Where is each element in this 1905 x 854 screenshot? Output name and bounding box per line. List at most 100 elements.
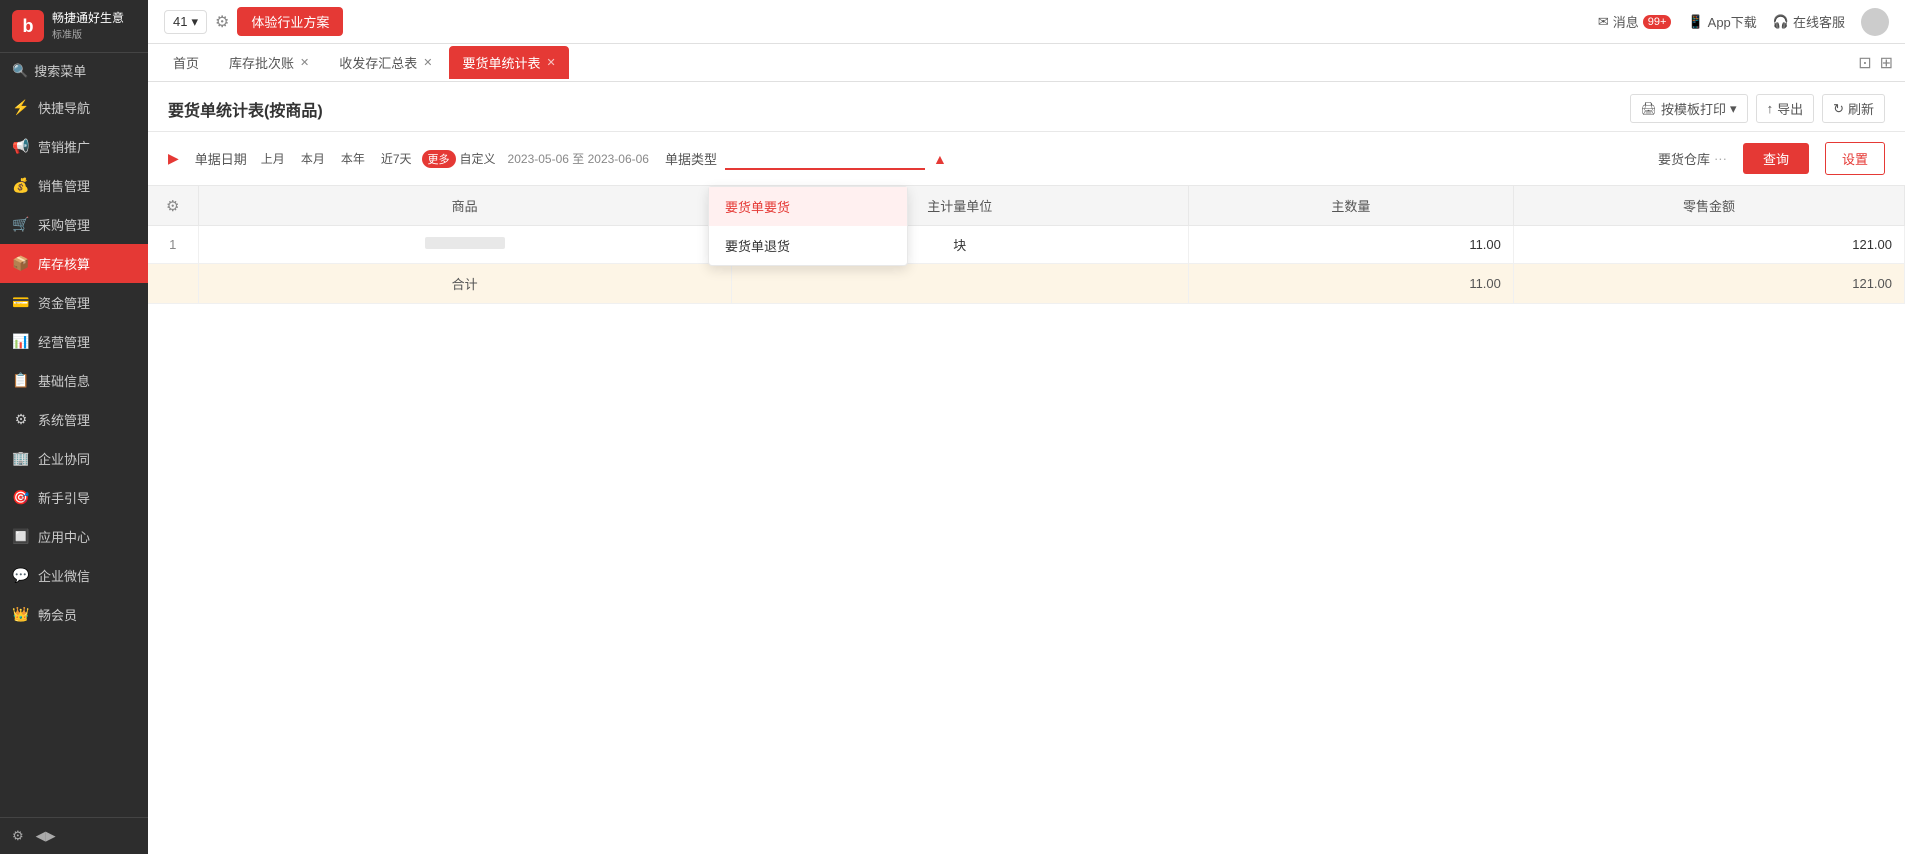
sidebar-logo: b 畅捷通好生意 标准版 <box>0 0 148 53</box>
col-settings[interactable]: ⚙ <box>148 186 198 226</box>
sidebar-item-finance[interactable]: 💳 资金管理 <box>0 283 148 322</box>
sidebar-item-member[interactable]: 👑 畅会员 <box>0 595 148 634</box>
sidebar-item-wechat[interactable]: 💬 企业微信 <box>0 556 148 595</box>
tab-inventory-batch[interactable]: 库存批次账 ✕ <box>216 46 322 79</box>
row-amount: 121.00 <box>1513 226 1904 264</box>
printer-icon: 🖨 <box>1641 101 1658 117</box>
date-btn-this-year[interactable]: 本年 <box>335 148 371 169</box>
type-filter-input[interactable] <box>725 147 925 170</box>
sidebar-item-guide[interactable]: 🎯 新手引导 <box>0 478 148 517</box>
collapse-btn[interactable]: ◀▶ <box>36 828 56 844</box>
logo-icon: b <box>12 10 44 42</box>
tab-minimize-icon[interactable]: ⊡ <box>1858 53 1871 73</box>
tab-summary[interactable]: 收发存汇总表 ✕ <box>326 46 445 79</box>
table-footer-row: 合计 11.00 121.00 <box>148 264 1905 304</box>
data-table: ⚙ 商品 主计量单位 主数量 零售金额 1 块 <box>148 186 1905 304</box>
sidebar: b 畅捷通好生意 标准版 🔍 搜索菜单 ⚡ 快捷导航 📢 营销推广 💰 销售管理… <box>0 0 148 854</box>
date-btn-this-month[interactable]: 本月 <box>295 148 331 169</box>
logo-text: 畅捷通好生意 <box>52 11 124 27</box>
col-qty: 主数量 <box>1188 186 1513 226</box>
sidebar-item-sales[interactable]: 💰 销售管理 <box>0 166 148 205</box>
messages-btn[interactable]: ✉ 消息 99+ <box>1598 12 1672 31</box>
online-service-btn[interactable]: 🎧 在线客服 <box>1773 12 1845 31</box>
sidebar-item-operations[interactable]: 📊 经营管理 <box>0 322 148 361</box>
type-filter-group: 单据类型 ▲ <box>665 147 947 170</box>
filter-settings-btn[interactable]: 设置 <box>1825 142 1885 175</box>
finance-icon: 💳 <box>12 294 30 312</box>
warehouse-more-icon[interactable]: ··· <box>1714 151 1727 166</box>
member-icon: 👑 <box>12 606 30 624</box>
page-title: 要货单统计表(按商品) <box>168 97 323 121</box>
refresh-btn[interactable]: ↻ 刷新 <box>1822 94 1885 123</box>
topbar-settings-icon[interactable]: ⚙ <box>215 12 229 32</box>
sidebar-item-purchase[interactable]: 🛒 采购管理 <box>0 205 148 244</box>
settings-bottom-icon[interactable]: ⚙ <box>12 828 24 844</box>
date-btn-last-month[interactable]: 上月 <box>255 148 291 169</box>
store-num: 41 <box>173 14 187 29</box>
messages-badge: 99+ <box>1643 15 1672 29</box>
footer-empty1 <box>148 264 198 304</box>
logo-sub: 标准版 <box>52 26 124 41</box>
guide-icon: 🎯 <box>12 489 30 507</box>
topbar-left: 41 ▾ ⚙ 体验行业方案 <box>164 7 343 36</box>
message-icon: ✉ <box>1598 14 1609 30</box>
close-tab-summary[interactable]: ✕ <box>423 56 432 69</box>
topbar: 41 ▾ ⚙ 体验行业方案 ✉ 消息 99+ 📱 App下载 🎧 在线客服 <box>148 0 1905 44</box>
page-content: 要货单统计表(按商品) 🖨 按模板打印 ▾ ↑ 导出 ↻ 刷新 ▶ <box>148 82 1905 854</box>
print-chevron-icon: ▾ <box>1730 101 1737 117</box>
app-download-btn[interactable]: 📱 App下载 <box>1687 12 1756 31</box>
tab-order-stats[interactable]: 要货单统计表 ✕ <box>449 46 568 79</box>
sidebar-item-inventory[interactable]: 📦 库存核算 <box>0 244 148 283</box>
close-tab-order-stats[interactable]: ✕ <box>547 56 556 69</box>
search-icon: 🔍 <box>12 63 28 79</box>
headset-icon: 🎧 <box>1773 14 1789 30</box>
tabs-bar: 首页 库存批次账 ✕ 收发存汇总表 ✕ 要货单统计表 ✕ ⊡ ⊞ <box>148 44 1905 82</box>
sidebar-item-basics[interactable]: 📋 基础信息 <box>0 361 148 400</box>
row-product <box>198 226 731 264</box>
inventory-icon: 📦 <box>12 255 30 273</box>
export-btn[interactable]: ↑ 导出 <box>1756 94 1815 123</box>
filter-expand-btn[interactable]: ▶ <box>168 150 179 167</box>
sidebar-search[interactable]: 🔍 搜索菜单 <box>0 53 148 88</box>
purchase-icon: 🛒 <box>12 216 30 234</box>
marketing-icon: 📢 <box>12 138 30 156</box>
date-filter-label: 单据日期 <box>195 149 247 168</box>
query-btn[interactable]: 查询 <box>1743 143 1809 174</box>
table-row: 1 块 11.00 121.00 <box>148 226 1905 264</box>
type-dropdown: 要货单要货 要货单退货 <box>708 186 908 266</box>
topbar-right: ✉ 消息 99+ 📱 App下载 🎧 在线客服 <box>1598 8 1889 36</box>
page-header: 要货单统计表(按商品) 🖨 按模板打印 ▾ ↑ 导出 ↻ 刷新 <box>148 82 1905 132</box>
sidebar-item-shortcut[interactable]: ⚡ 快捷导航 <box>0 88 148 127</box>
footer-empty2 <box>731 264 1188 304</box>
filter-bar: ▶ 单据日期 上月 本月 本年 近7天 更多 自定义 2023-05-06 至 … <box>148 132 1905 186</box>
wechat-icon: 💬 <box>12 567 30 585</box>
type-dropdown-arrow[interactable]: ▲ <box>933 151 947 167</box>
sidebar-item-appstore[interactable]: 🔲 应用中心 <box>0 517 148 556</box>
row-num: 1 <box>148 226 198 264</box>
user-avatar[interactable] <box>1861 8 1889 36</box>
close-tab-inventory-batch[interactable]: ✕ <box>300 56 309 69</box>
date-btn-custom[interactable]: 自定义 <box>460 150 496 167</box>
date-filter-group: 单据日期 上月 本月 本年 近7天 更多 自定义 2023-05-06 至 20… <box>195 148 649 169</box>
date-btn-7days[interactable]: 近7天 <box>375 148 418 169</box>
footer-qty: 11.00 <box>1188 264 1513 304</box>
dropdown-item-0[interactable]: 要货单要货 <box>709 187 907 226</box>
sidebar-item-system[interactable]: ⚙ 系统管理 <box>0 400 148 439</box>
table-settings-icon[interactable]: ⚙ <box>166 198 179 215</box>
footer-label: 合计 <box>198 264 731 304</box>
warehouse-filter-group: 要货仓库 ··· <box>1658 149 1727 168</box>
dropdown-item-1[interactable]: 要货单退货 <box>709 226 907 265</box>
sidebar-item-enterprise[interactable]: 🏢 企业协同 <box>0 439 148 478</box>
trial-btn[interactable]: 体验行业方案 <box>237 7 343 36</box>
export-icon: ↑ <box>1767 101 1774 116</box>
basics-icon: 📋 <box>12 372 30 390</box>
date-btn-more[interactable]: 更多 <box>422 150 456 168</box>
footer-amount: 121.00 <box>1513 264 1904 304</box>
tab-home[interactable]: 首页 <box>160 46 212 79</box>
sidebar-nav: ⚡ 快捷导航 📢 营销推广 💰 销售管理 🛒 采购管理 📦 库存核算 💳 资金管… <box>0 88 148 817</box>
print-btn[interactable]: 🖨 按模板打印 ▾ <box>1630 94 1748 123</box>
store-selector[interactable]: 41 ▾ <box>164 10 207 34</box>
tab-expand-icon[interactable]: ⊞ <box>1880 53 1893 73</box>
system-icon: ⚙ <box>12 411 30 429</box>
sidebar-item-marketing[interactable]: 📢 营销推广 <box>0 127 148 166</box>
